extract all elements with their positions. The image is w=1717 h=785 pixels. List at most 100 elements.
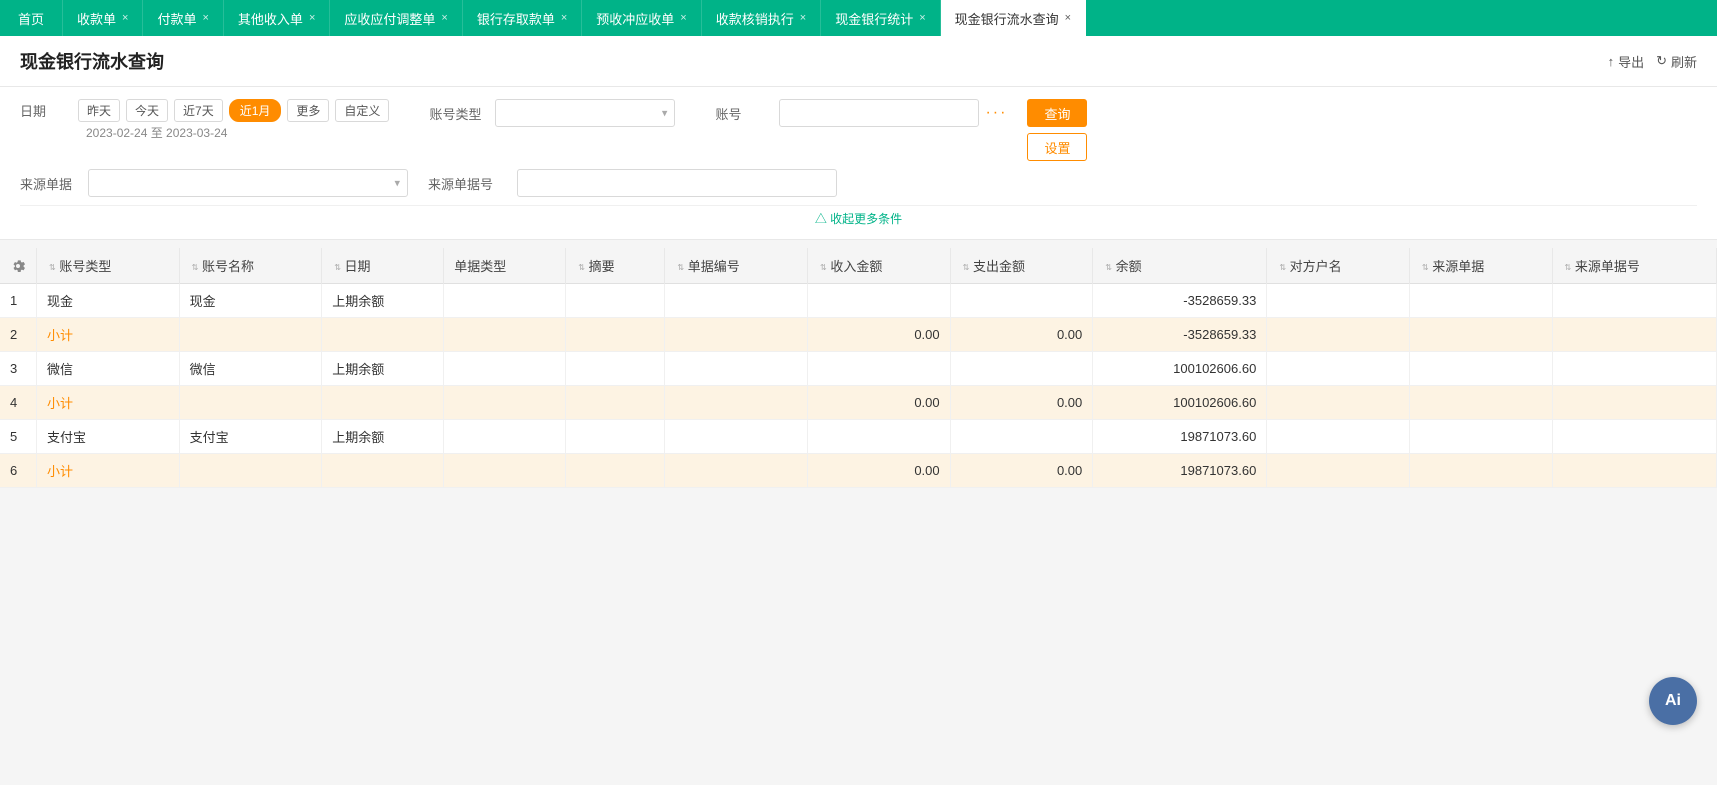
query-button[interactable]: 查询	[1027, 99, 1087, 127]
export-button[interactable]: ↑ 导出	[1608, 52, 1645, 71]
close-icon[interactable]: ×	[122, 12, 128, 24]
cell-summary	[566, 284, 665, 318]
cell-date: 上期余额	[322, 352, 444, 386]
cell-balance: 19871073.60	[1093, 454, 1267, 488]
cell-account-type: 小计	[37, 454, 180, 488]
cell-counterpart	[1267, 352, 1410, 386]
cell-expense	[950, 352, 1093, 386]
th-date[interactable]: ⇅ 日期	[322, 248, 444, 284]
collapse-bar[interactable]: △ 收起更多条件	[20, 205, 1697, 231]
cell-doc-type	[444, 454, 566, 488]
nav-tab-other-income[interactable]: 其他收入单 ×	[224, 0, 330, 36]
cell-income: 0.00	[808, 386, 951, 420]
cell-account-name	[179, 318, 322, 352]
cell-doc-type	[444, 318, 566, 352]
th-account-type[interactable]: ⇅ 账号类型	[37, 248, 180, 284]
cell-doc-type	[444, 284, 566, 318]
cell-expense: 0.00	[950, 454, 1093, 488]
cell-counterpart	[1267, 386, 1410, 420]
th-counterpart[interactable]: ⇅ 对方户名	[1267, 248, 1410, 284]
nav-tab-ar-ap-adjust[interactable]: 应收应付调整单 ×	[330, 0, 462, 36]
data-table: ⇅ 账号类型 ⇅ 账号名称 ⇅ 日期 单据类型 ⇅ 摘要	[0, 248, 1717, 488]
source-doc-no-input[interactable]	[517, 169, 837, 197]
cell-income: 0.00	[808, 454, 951, 488]
cell-source-doc-no	[1552, 284, 1716, 318]
ai-button[interactable]: Ai	[1649, 677, 1697, 725]
date-btn-today[interactable]: 今天	[126, 99, 168, 122]
th-summary[interactable]: ⇅ 摘要	[566, 248, 665, 284]
cell-account-type: 支付宝	[37, 420, 180, 454]
nav-tab-home[interactable]: 首页	[0, 0, 63, 36]
cell-doc-no	[665, 352, 808, 386]
nav-tab-payment[interactable]: 付款单 ×	[143, 0, 223, 36]
th-doc-no[interactable]: ⇅ 单据编号	[665, 248, 808, 284]
cell-date	[322, 454, 444, 488]
account-type-label: 账号类型	[429, 104, 481, 123]
account-picker-button[interactable]: ···	[985, 104, 1007, 122]
setting-button[interactable]: 设置	[1027, 133, 1087, 161]
close-icon[interactable]: ×	[919, 12, 925, 24]
cell-account-type: 现金	[37, 284, 180, 318]
refresh-button[interactable]: ↻ 刷新	[1656, 52, 1697, 71]
th-source-doc[interactable]: ⇅ 来源单据	[1409, 248, 1552, 284]
source-doc-select[interactable]	[88, 169, 408, 197]
date-btn-1month[interactable]: 近1月	[229, 99, 282, 122]
row-number: 4	[0, 386, 37, 420]
nav-tab-cash-flow[interactable]: 现金银行流水查询 ×	[941, 0, 1086, 36]
th-expense[interactable]: ⇅ 支出金额	[950, 248, 1093, 284]
th-source-doc-no[interactable]: ⇅ 来源单据号	[1552, 248, 1716, 284]
date-btn-7days[interactable]: 近7天	[174, 99, 223, 122]
cell-account-type: 小计	[37, 318, 180, 352]
cell-source-doc-no	[1552, 352, 1716, 386]
table-row: 1现金现金上期余额-3528659.33	[0, 284, 1717, 318]
cell-source-doc	[1409, 284, 1552, 318]
close-icon[interactable]: ×	[309, 12, 315, 24]
nav-tab-bank-deposit[interactable]: 银行存取款单 ×	[463, 0, 582, 36]
row-number: 6	[0, 454, 37, 488]
cell-account-name: 支付宝	[179, 420, 322, 454]
cell-expense	[950, 420, 1093, 454]
account-type-select[interactable]: 现金 银行 微信 支付宝	[495, 99, 675, 127]
date-btn-more[interactable]: 更多	[287, 99, 329, 122]
th-income[interactable]: ⇅ 收入金额	[808, 248, 951, 284]
close-icon[interactable]: ×	[202, 12, 208, 24]
th-doc-type[interactable]: 单据类型	[444, 248, 566, 284]
close-icon[interactable]: ×	[1065, 12, 1071, 24]
row-number: 1	[0, 284, 37, 318]
cell-doc-type	[444, 420, 566, 454]
nav-tab-receipt[interactable]: 收款单 ×	[63, 0, 143, 36]
close-icon[interactable]: ×	[800, 12, 806, 24]
close-icon[interactable]: ×	[441, 12, 447, 24]
table-row: 2小计0.000.00-3528659.33	[0, 318, 1717, 352]
cell-date	[322, 318, 444, 352]
th-account-name[interactable]: ⇅ 账号名称	[179, 248, 322, 284]
cell-source-doc	[1409, 318, 1552, 352]
cell-source-doc-no	[1552, 386, 1716, 420]
date-btn-yesterday[interactable]: 昨天	[78, 99, 120, 122]
cell-source-doc-no	[1552, 454, 1716, 488]
th-gear[interactable]	[0, 248, 37, 284]
header-actions: ↑ 导出 ↻ 刷新	[1608, 52, 1697, 71]
cell-income	[808, 284, 951, 318]
table-row: 4小计0.000.00100102606.60	[0, 386, 1717, 420]
account-input[interactable]	[779, 99, 979, 127]
close-icon[interactable]: ×	[561, 12, 567, 24]
table-row: 5支付宝支付宝上期余额19871073.60	[0, 420, 1717, 454]
cell-date	[322, 386, 444, 420]
date-btn-custom[interactable]: 自定义	[335, 99, 389, 122]
row-number: 2	[0, 318, 37, 352]
nav-tab-prepayment[interactable]: 预收冲应收单 ×	[582, 0, 701, 36]
cell-account-name	[179, 386, 322, 420]
close-icon[interactable]: ×	[680, 12, 686, 24]
nav-tab-collection[interactable]: 收款核销执行 ×	[702, 0, 821, 36]
cell-date: 上期余额	[322, 284, 444, 318]
cell-counterpart	[1267, 454, 1410, 488]
cell-summary	[566, 420, 665, 454]
nav-tab-cash-stats[interactable]: 现金银行统计 ×	[821, 0, 940, 36]
date-label: 日期	[20, 101, 70, 120]
source-doc-select-wrapper	[88, 169, 408, 197]
gear-icon	[10, 258, 26, 274]
cell-counterpart	[1267, 318, 1410, 352]
th-balance[interactable]: ⇅ 余额	[1093, 248, 1267, 284]
date-buttons: 昨天 今天 近7天 近1月 更多 自定义	[78, 99, 389, 122]
